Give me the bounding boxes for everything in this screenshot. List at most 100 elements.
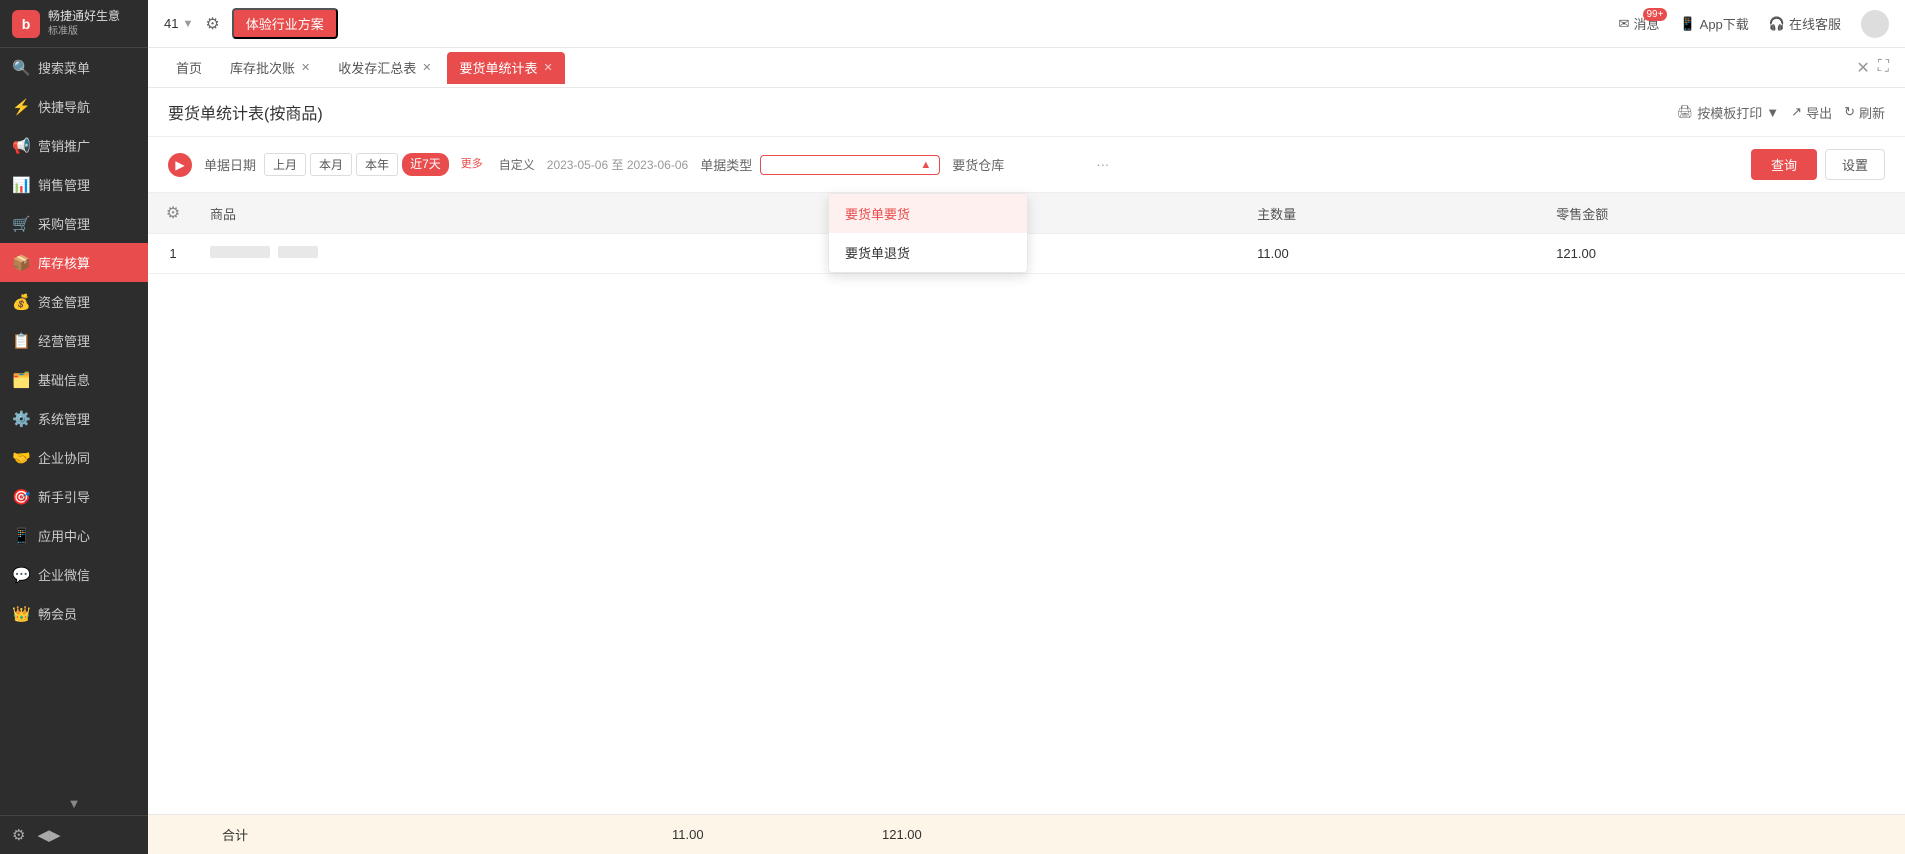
tab-requisition-stats[interactable]: 要货单统计表 ✕	[447, 52, 564, 84]
sidebar-nav: ⚡ 快捷导航 📢 营销推广 📊 销售管理 🛒 采购管理 📦 库存核算 💰 资金管…	[0, 87, 148, 792]
collapse-icon[interactable]: ◀▶	[37, 826, 60, 844]
tab-close-all-icon[interactable]: ✕	[1856, 58, 1869, 78]
sidebar-scroll-down[interactable]: ▼	[0, 792, 148, 815]
date-tag-more[interactable]: 更多	[453, 153, 491, 176]
footer-total-quantity: 11.00	[672, 827, 792, 842]
refresh-button[interactable]: ↻ 刷新	[1844, 103, 1885, 122]
tab-close-batch-account[interactable]: ✕	[301, 61, 310, 74]
marketing-icon: 📢	[12, 137, 30, 155]
filter-date-group: 单据日期 上月 本月 本年 近7天 更多 自定义	[204, 153, 535, 176]
footer-total-amount: 121.00	[882, 827, 922, 842]
sidebar-footer: ⚙ ◀▶	[0, 815, 148, 854]
date-btn-last-month[interactable]: 上月	[264, 153, 306, 176]
settings-button[interactable]: 设置	[1825, 149, 1885, 180]
search-icon: 🔍	[12, 59, 30, 77]
sidebar-item-operations[interactable]: 📋 经营管理	[0, 321, 148, 360]
sidebar-item-purchase[interactable]: 🛒 采购管理	[0, 204, 148, 243]
row-amount: 121.00	[1544, 234, 1905, 274]
dropdown-item-requisition-return[interactable]: 要货单退货	[829, 233, 1027, 272]
sidebar-item-enterprise[interactable]: 🤝 企业协同	[0, 438, 148, 477]
app-logo: b	[12, 10, 40, 38]
tab-home[interactable]: 首页	[164, 52, 214, 84]
date-btn-this-month[interactable]: 本月	[310, 153, 352, 176]
sidebar-item-marketing[interactable]: 📢 营销推广	[0, 126, 148, 165]
sidebar-item-sales[interactable]: 📊 销售管理	[0, 165, 148, 204]
page-title: 要货单统计表(按商品)	[168, 100, 323, 124]
custom-date-button[interactable]: 自定义	[499, 156, 535, 173]
message-icon: ✉	[1619, 16, 1630, 32]
quick-nav-icon: ⚡	[12, 98, 30, 116]
filter-expand-button[interactable]: ▶	[168, 153, 192, 177]
app-title: 畅捷通好生意 标准版	[48, 9, 120, 38]
app-icon: 📱	[1679, 16, 1695, 32]
tab-batch-account[interactable]: 库存批次账 ✕	[218, 52, 322, 84]
page-content: 要货单统计表(按商品) 🖨 按模板打印 ▼ ↗ 导出 ↻ 刷新 ▶	[148, 88, 1905, 854]
sidebar: b 畅捷通好生意 标准版 🔍 搜索菜单 ⚡ 快捷导航 📢 营销推广 📊 销售管理…	[0, 0, 148, 854]
topbar-gear-icon[interactable]: ⚙	[205, 14, 219, 34]
dropdown-item-requisition-order[interactable]: 要货单要货	[829, 194, 1027, 233]
filter-type-group: 单据类型 ▲	[700, 155, 940, 175]
table-settings-icon[interactable]: ⚙	[166, 205, 180, 222]
sidebar-item-wechat[interactable]: 💬 企业微信	[0, 555, 148, 594]
filter-actions: 查询 设置	[1751, 149, 1885, 180]
inventory-icon: 📦	[12, 254, 30, 272]
date-tag-7days[interactable]: 近7天	[402, 153, 449, 176]
filter-more-icon[interactable]: ···	[1096, 157, 1109, 172]
date-label: 单据日期	[204, 155, 256, 174]
page-actions: 🖨 按模板打印 ▼ ↗ 导出 ↻ 刷新	[1677, 103, 1885, 122]
service-icon: 🎧	[1769, 16, 1785, 32]
export-button[interactable]: ↗ 导出	[1791, 103, 1832, 122]
sidebar-header: b 畅捷通好生意 标准版	[0, 0, 148, 48]
warehouse-label: 要货仓库	[952, 155, 1004, 174]
type-select-chevron-icon: ▲	[920, 159, 931, 171]
app-center-icon: 📱	[12, 527, 30, 545]
sales-icon: 📊	[12, 176, 30, 194]
table-footer: 合计 11.00 121.00	[148, 814, 1905, 854]
sidebar-item-inventory[interactable]: 📦 库存核算	[0, 243, 148, 282]
system-icon: ⚙️	[12, 410, 30, 428]
sidebar-search[interactable]: 🔍 搜索菜单	[0, 48, 148, 87]
col-product: 商品	[198, 193, 823, 234]
date-btn-this-year[interactable]: 本年	[356, 153, 398, 176]
print-icon: 🖨	[1677, 104, 1694, 120]
sidebar-item-guide[interactable]: 🎯 新手引导	[0, 477, 148, 516]
topbar-right: ✉ 消息 99+ 📱 App下载 🎧 在线客服	[1619, 10, 1889, 38]
messages-button[interactable]: ✉ 消息 99+	[1619, 14, 1660, 33]
export-icon: ↗	[1791, 104, 1802, 120]
sidebar-item-system[interactable]: ⚙️ 系统管理	[0, 399, 148, 438]
topbar: 41 ▼ ⚙ 体验行业方案 ✉ 消息 99+ 📱 App下载 🎧 在线客服	[148, 0, 1905, 48]
sidebar-item-member[interactable]: 👑 畅会员	[0, 594, 148, 633]
type-select[interactable]: ▲	[760, 155, 940, 175]
sidebar-item-finance[interactable]: 💰 资金管理	[0, 282, 148, 321]
filter-bar: ▶ 单据日期 上月 本月 本年 近7天 更多 自定义 2023-05-06 至 …	[148, 137, 1905, 193]
print-chevron-icon: ▼	[1766, 105, 1779, 120]
date-range-display: 2023-05-06 至 2023-06-06	[547, 156, 688, 173]
tab-close-receive-summary[interactable]: ✕	[422, 61, 431, 74]
filter-date-buttons: 上月 本月 本年 近7天 更多	[264, 153, 491, 176]
finance-icon: 💰	[12, 293, 30, 311]
main-area: 41 ▼ ⚙ 体验行业方案 ✉ 消息 99+ 📱 App下载 🎧 在线客服 首页	[148, 0, 1905, 854]
tabbar-actions: ✕ ⛶	[1856, 58, 1889, 78]
refresh-icon: ↻	[1844, 104, 1855, 120]
account-selector[interactable]: 41 ▼	[164, 16, 193, 31]
wechat-icon: 💬	[12, 566, 30, 584]
user-avatar[interactable]	[1861, 10, 1889, 38]
sidebar-item-app-center[interactable]: 📱 应用中心	[0, 516, 148, 555]
sidebar-item-quick-nav[interactable]: ⚡ 快捷导航	[0, 87, 148, 126]
row-quantity: 11.00	[1245, 234, 1544, 274]
tab-close-requisition-stats[interactable]: ✕	[544, 61, 553, 74]
account-name: 41	[164, 16, 178, 31]
operations-icon: 📋	[12, 332, 30, 350]
tabbar: 首页 库存批次账 ✕ 收发存汇总表 ✕ 要货单统计表 ✕ ✕ ⛶	[148, 48, 1905, 88]
tab-receive-summary[interactable]: 收发存汇总表 ✕	[326, 52, 443, 84]
member-icon: 👑	[12, 605, 30, 623]
print-button[interactable]: 🖨 按模板打印 ▼	[1677, 103, 1779, 122]
online-service-button[interactable]: 🎧 在线客服	[1769, 14, 1841, 33]
trial-button[interactable]: 体验行业方案	[232, 8, 338, 39]
sidebar-item-basic[interactable]: 🗂️ 基础信息	[0, 360, 148, 399]
app-download-button[interactable]: 📱 App下载	[1679, 14, 1748, 33]
query-button[interactable]: 查询	[1751, 149, 1817, 180]
settings-footer-icon[interactable]: ⚙	[12, 826, 25, 844]
tab-maximize-icon[interactable]: ⛶	[1878, 58, 1889, 78]
guide-icon: 🎯	[12, 488, 30, 506]
